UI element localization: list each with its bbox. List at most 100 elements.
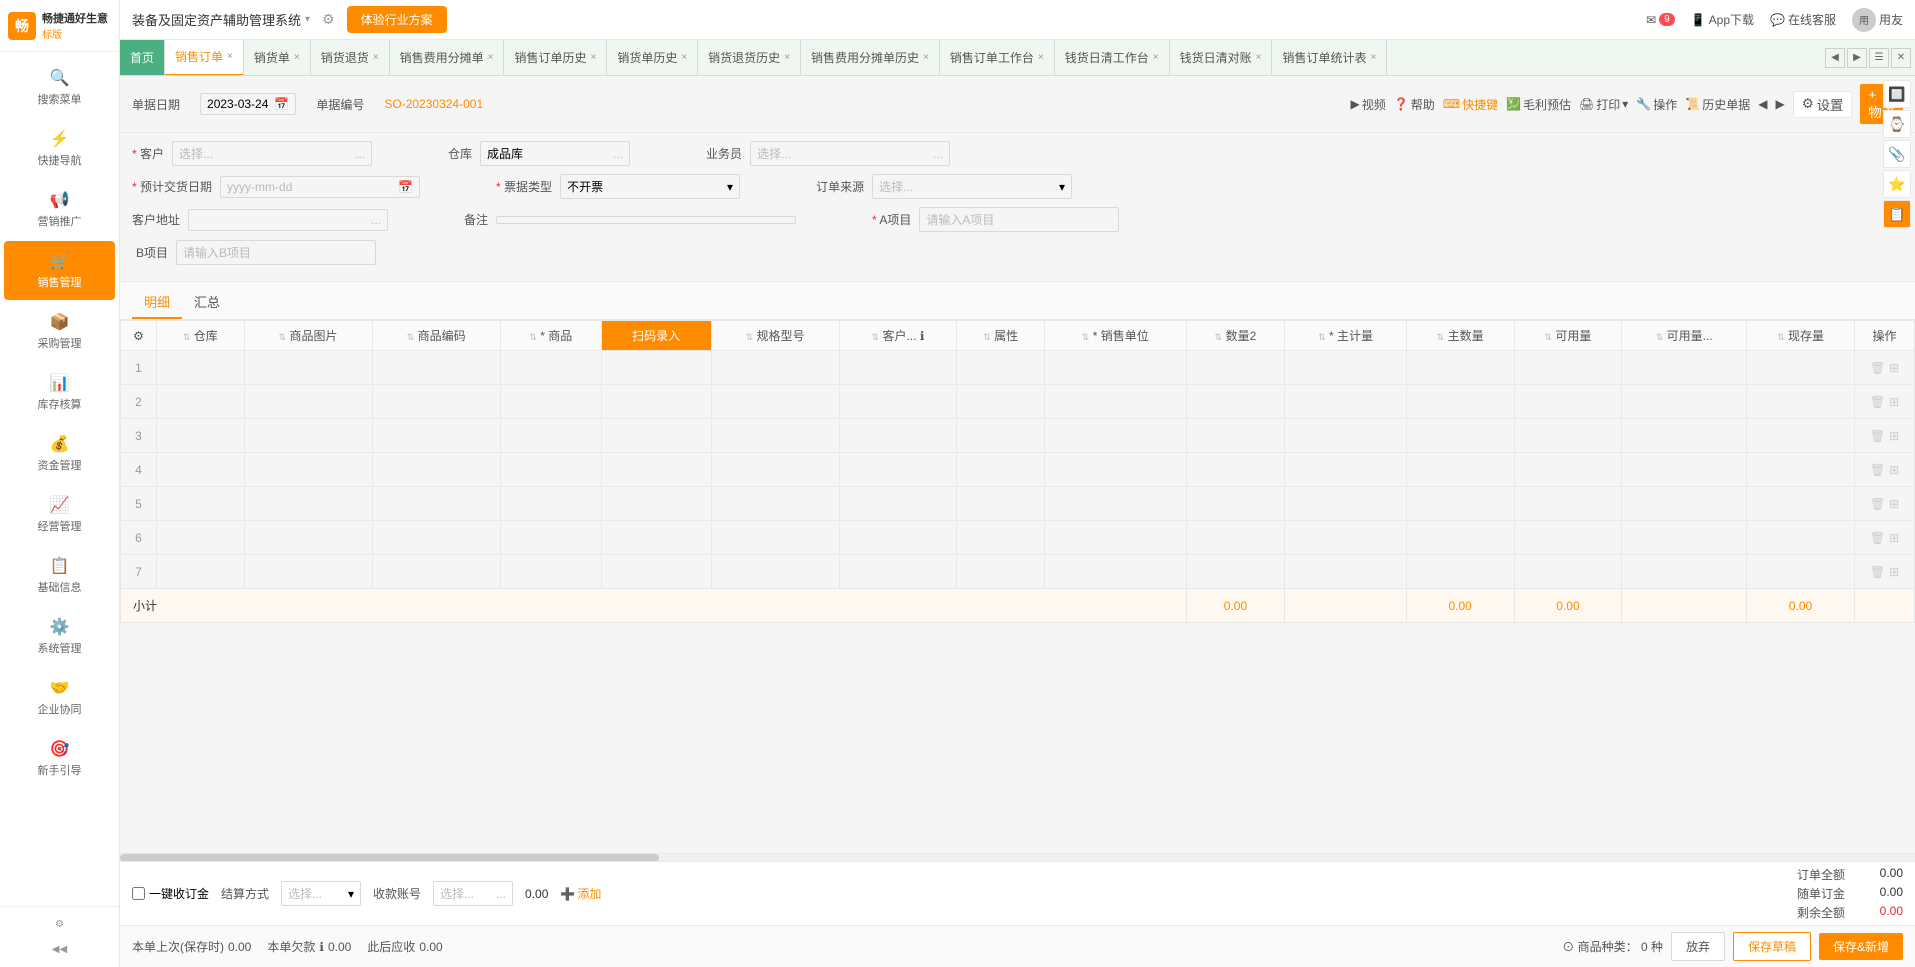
table-cell[interactable]: [957, 521, 1045, 555]
set-button[interactable]: ⚙ 设置: [1793, 91, 1853, 118]
tab-next-button[interactable]: ▶: [1847, 48, 1867, 68]
table-cell[interactable]: [839, 453, 957, 487]
table-cell[interactable]: [1285, 453, 1406, 487]
tab-sales-single-history[interactable]: 销货单历史 ×: [607, 40, 698, 76]
row-copy-button[interactable]: ⊞: [1889, 395, 1899, 409]
tab-sales-workbench[interactable]: 销售订单工作台 ×: [940, 40, 1055, 76]
table-cell[interactable]: [1186, 487, 1285, 521]
tab-close-sales-single-history[interactable]: ×: [681, 52, 687, 63]
tab-summary[interactable]: 汇总: [182, 286, 232, 319]
operate-action[interactable]: 🔧 操作: [1636, 96, 1677, 113]
table-cell[interactable]: [601, 351, 711, 385]
date-field[interactable]: 2023-03-24 📅: [200, 93, 296, 115]
tab-sales-expense-history[interactable]: 销售费用分摊单历史 ×: [801, 40, 940, 76]
a-project-field[interactable]: 请输入A项目: [919, 207, 1119, 232]
table-cell[interactable]: [601, 521, 711, 555]
table-cell[interactable]: [1044, 351, 1186, 385]
receipt-field[interactable]: 选择... ...: [433, 881, 513, 906]
table-cell[interactable]: [1747, 555, 1855, 589]
table-cell[interactable]: [244, 487, 372, 521]
table-cell[interactable]: [601, 487, 711, 521]
table-cell[interactable]: [957, 385, 1045, 419]
col-unit[interactable]: ⇅ * 销售单位: [1044, 321, 1186, 351]
row-copy-button[interactable]: ⊞: [1889, 531, 1899, 545]
table-cell[interactable]: [1747, 487, 1855, 521]
tab-close-daily-workbench[interactable]: ×: [1153, 52, 1159, 63]
online-service-item[interactable]: 💬 在线客服: [1770, 11, 1836, 28]
table-cell[interactable]: [1514, 385, 1622, 419]
tab-sales-expense[interactable]: 销售费用分摊单 ×: [390, 40, 505, 76]
col-attr[interactable]: ⇅ 属性: [957, 321, 1045, 351]
sidebar-item-sysmanage[interactable]: ⚙️ 系统管理: [4, 607, 115, 666]
table-cell[interactable]: [372, 453, 500, 487]
warehouse-field[interactable]: 成品库 ...: [480, 141, 630, 166]
table-cell[interactable]: [372, 555, 500, 589]
table-cell[interactable]: [157, 351, 245, 385]
col-stock[interactable]: ⇅ 现存量: [1747, 321, 1855, 351]
table-cell[interactable]: [1406, 351, 1514, 385]
table-cell[interactable]: [1406, 487, 1514, 521]
col-qty2[interactable]: ⇅ 数量2: [1186, 321, 1285, 351]
table-cell[interactable]: [957, 487, 1045, 521]
row-copy-button[interactable]: ⊞: [1889, 565, 1899, 579]
table-cell[interactable]: [1747, 419, 1855, 453]
table-cell[interactable]: [1622, 385, 1747, 419]
sidebar-item-operations[interactable]: 📈 经营管理: [4, 485, 115, 544]
table-cell[interactable]: [601, 385, 711, 419]
table-cell[interactable]: [372, 521, 500, 555]
ra-btn-3[interactable]: 📎: [1883, 140, 1911, 168]
table-cell[interactable]: [1514, 487, 1622, 521]
b-project-field[interactable]: 请输入B项目: [176, 240, 376, 265]
profit-action[interactable]: 💹 毛利预估: [1506, 96, 1571, 113]
row-delete-button[interactable]: 🗑: [1870, 497, 1885, 511]
table-cell[interactable]: [1285, 385, 1406, 419]
tab-sales-order-history[interactable]: 销售订单历史 ×: [504, 40, 607, 76]
table-cell[interactable]: [1622, 351, 1747, 385]
sidebar-collapse[interactable]: ◀◀: [48, 940, 71, 959]
table-cell[interactable]: [1514, 555, 1622, 589]
table-scrollbar[interactable]: [120, 853, 1915, 861]
sidebar-item-purchase[interactable]: 📦 采购管理: [4, 302, 115, 361]
sidebar-item-sales[interactable]: 🛒 销售管理: [4, 241, 115, 300]
table-cell[interactable]: [1044, 555, 1186, 589]
tab-menu-button[interactable]: ☰: [1869, 48, 1889, 68]
table-cell[interactable]: [711, 351, 839, 385]
table-cell[interactable]: [839, 419, 957, 453]
table-cell[interactable]: [1186, 453, 1285, 487]
col-spec[interactable]: ⇅ 规格型号: [711, 321, 839, 351]
user-item[interactable]: 用 用友: [1852, 8, 1903, 32]
addr-dots[interactable]: ...: [371, 213, 381, 227]
table-cell[interactable]: [1622, 521, 1747, 555]
table-cell[interactable]: [1406, 521, 1514, 555]
table-cell[interactable]: [1514, 419, 1622, 453]
col-settings[interactable]: ⚙: [121, 321, 157, 351]
table-cell[interactable]: [157, 385, 245, 419]
table-cell[interactable]: [1186, 385, 1285, 419]
ra-btn-4[interactable]: ⭐: [1883, 170, 1911, 198]
table-cell[interactable]: [157, 419, 245, 453]
one-click-label[interactable]: 一键收订金: [132, 885, 209, 902]
tab-prev-button[interactable]: ◀: [1825, 48, 1845, 68]
discard-button[interactable]: 放弃: [1671, 932, 1725, 961]
table-cell[interactable]: [1186, 419, 1285, 453]
sidebar-item-guide[interactable]: 🎯 新手引导: [4, 729, 115, 788]
add-payment-button[interactable]: ➕ 添加: [560, 885, 601, 902]
shortcut-action[interactable]: ⌨ 快捷键: [1443, 96, 1498, 113]
table-cell[interactable]: [711, 385, 839, 419]
delivery-field[interactable]: yyyy-mm-dd 📅: [220, 176, 420, 198]
staff-dots[interactable]: ...: [933, 147, 943, 161]
tab-sales-single[interactable]: 销货单 ×: [244, 40, 311, 76]
table-cell[interactable]: [1747, 453, 1855, 487]
table-cell[interactable]: [1514, 521, 1622, 555]
table-cell[interactable]: [839, 555, 957, 589]
sidebar-settings[interactable]: ⚙: [51, 915, 68, 936]
table-cell[interactable]: [1747, 351, 1855, 385]
tab-close-sales-expense-history[interactable]: ×: [923, 52, 929, 63]
industry-solution-button[interactable]: 体验行业方案: [347, 6, 447, 33]
table-cell[interactable]: [372, 487, 500, 521]
notes-field[interactable]: [496, 216, 796, 224]
table-cell[interactable]: [244, 419, 372, 453]
message-icon-item[interactable]: ✉ 9: [1646, 13, 1675, 27]
table-cell[interactable]: [244, 453, 372, 487]
col-scan[interactable]: 扫码录入: [601, 321, 711, 351]
